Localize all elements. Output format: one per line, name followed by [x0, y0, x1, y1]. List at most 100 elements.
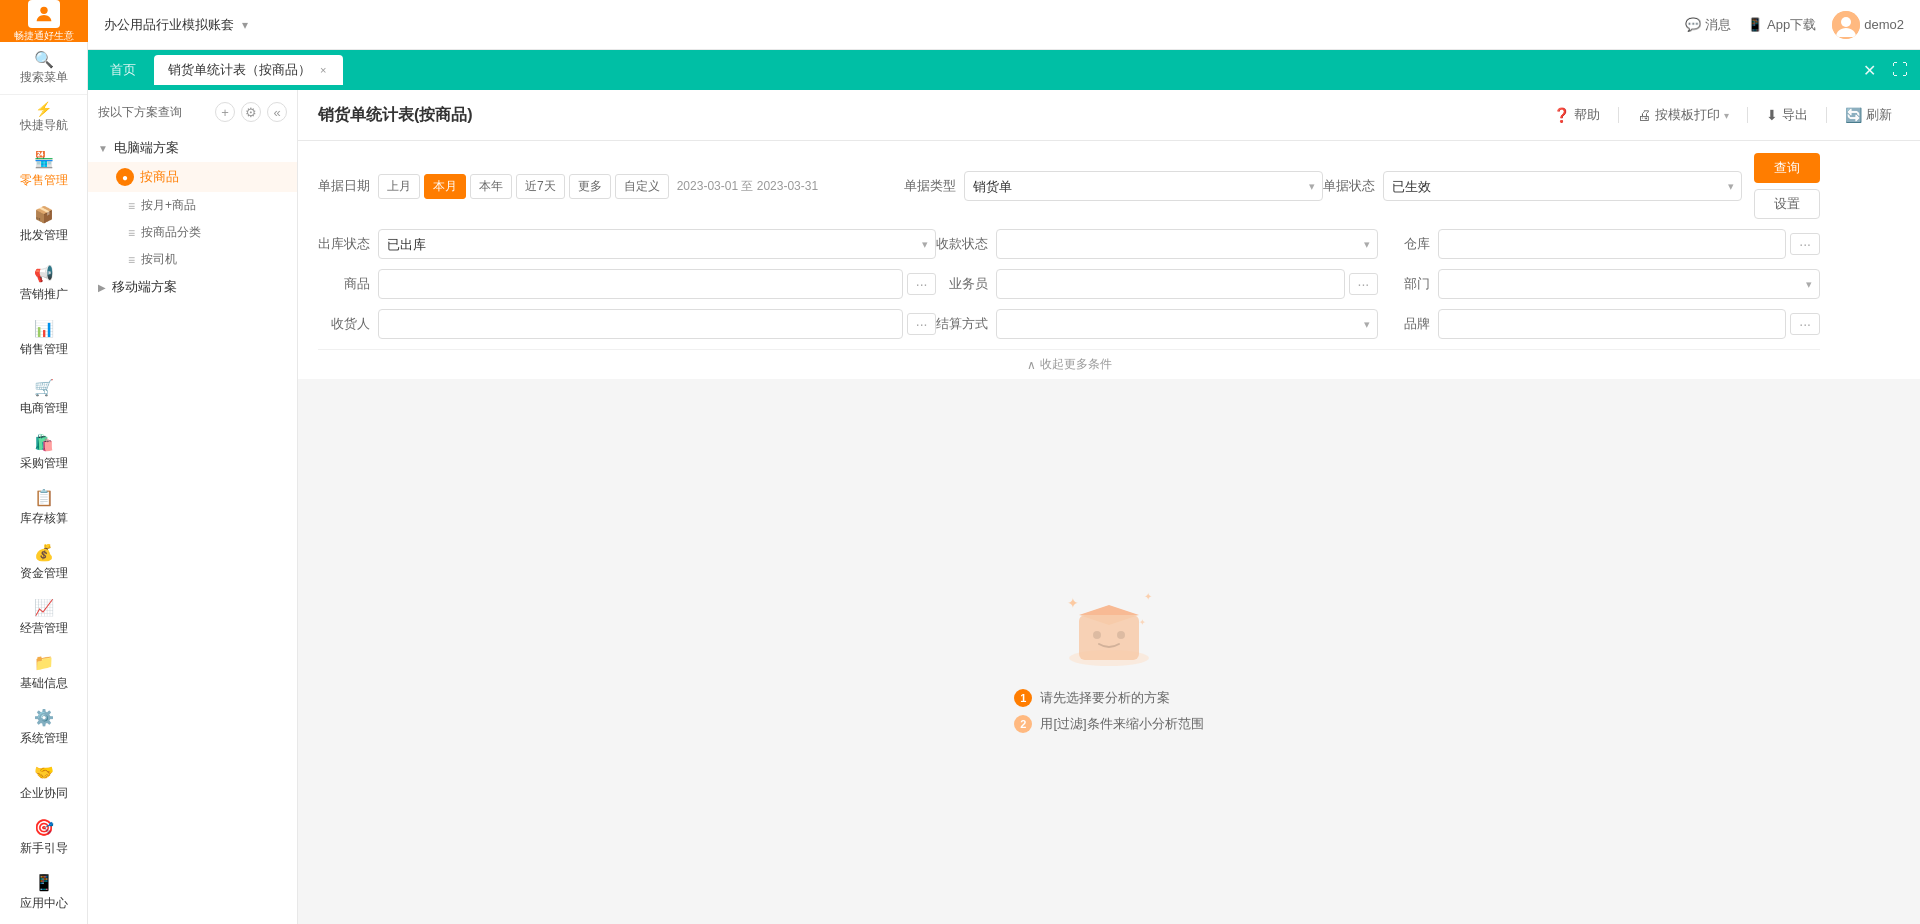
print-btn[interactable]: 🖨 按模板打印 ▾: [1629, 102, 1737, 128]
tab-expand-icon[interactable]: ⛶: [1888, 57, 1912, 83]
logo-text: 畅捷通好生意: [14, 30, 74, 42]
message-btn[interactable]: 💬 消息: [1685, 16, 1731, 34]
sidebar-item-retail[interactable]: 🏪 零售管理: [0, 142, 87, 197]
settings-btn[interactable]: 设置: [1754, 189, 1820, 219]
add-plan-btn[interactable]: +: [215, 102, 235, 122]
sidebar-item-weixin[interactable]: 💬 企业微信: [0, 920, 87, 924]
sidebar-item-guide[interactable]: 🎯 新手引导: [0, 810, 87, 865]
collapse-panel-btn[interactable]: «: [267, 102, 287, 122]
page-actions: ❓ 帮助 🖨 按模板打印 ▾ ⬇ 导出: [1545, 102, 1900, 128]
date-btn-this-year[interactable]: 本年: [470, 174, 512, 199]
date-btn-last-month[interactable]: 上月: [378, 174, 420, 199]
left-panel: 按以下方案查询 + ⚙ « ▼ 电脑端方案: [88, 90, 298, 924]
filter-item-warehouse: 仓库 ···: [1378, 229, 1820, 259]
help-btn[interactable]: ❓ 帮助: [1545, 102, 1608, 128]
gear-icon: ⚙: [245, 105, 257, 120]
sidebar-item-marketing[interactable]: 📢 营销推广: [0, 256, 87, 311]
date-btn-more[interactable]: 更多: [569, 174, 611, 199]
marketing-icon: 📢: [34, 264, 54, 283]
user-profile-btn[interactable]: demo2: [1832, 11, 1904, 39]
settlement-control: [996, 309, 1378, 339]
filter-item-doc-type: 单据类型 销货单: [904, 171, 1323, 201]
doc-status-select[interactable]: 已生效: [1383, 171, 1742, 201]
filter-row-4: 收货人 ··· 结算方式: [318, 309, 1820, 339]
salesperson-dots-btn[interactable]: ···: [1349, 273, 1379, 295]
finance-icon: 💰: [34, 543, 54, 562]
refresh-btn[interactable]: 🔄 刷新: [1837, 102, 1900, 128]
tab-home[interactable]: 首页: [96, 55, 150, 85]
sidebar-item-wholesale[interactable]: 📦 批发管理: [0, 197, 87, 252]
tree-sub-item-by-category[interactable]: ≡ 按商品分类: [88, 219, 297, 246]
tree-item-by-goods[interactable]: ● 按商品: [88, 162, 297, 192]
doc-type-label: 单据类型: [904, 177, 956, 195]
date-btn-this-month[interactable]: 本月: [424, 174, 466, 199]
main-area: 办公用品行业模拟账套 ▾ 💬 消息 📱 App下载 demo2 首页: [88, 0, 1920, 924]
export-icon: ⬇: [1766, 107, 1778, 123]
app-dropdown-icon[interactable]: ▾: [242, 18, 248, 32]
settlement-select[interactable]: [996, 309, 1378, 339]
sidebar-item-operations[interactable]: 📈 经营管理: [0, 590, 87, 645]
date-btn-7days[interactable]: 近7天: [516, 174, 565, 199]
sales-icon: 📊: [34, 319, 54, 338]
warehouse-label: 仓库: [1378, 235, 1430, 253]
export-btn[interactable]: ⬇ 导出: [1758, 102, 1816, 128]
sidebar-item-inventory[interactable]: 📋 库存核算: [0, 480, 87, 535]
warehouse-status-select[interactable]: 已出库: [378, 229, 936, 259]
goods-input[interactable]: [378, 269, 903, 299]
sidebar-item-purchase-label: 采购管理: [20, 455, 68, 472]
empty-state-text: 1 请先选择要分析的方案 2 用[过滤]条件来缩小分析范围: [1014, 689, 1203, 733]
payment-status-select[interactable]: [996, 229, 1378, 259]
tab-close-icon[interactable]: ×: [317, 63, 329, 77]
receiver-dots-btn[interactable]: ···: [907, 313, 937, 335]
receiver-input[interactable]: [378, 309, 903, 339]
tree-sub-label-driver: 按司机: [141, 251, 177, 268]
purchase-icon: 🛍️: [34, 433, 54, 452]
salesperson-label: 业务员: [936, 275, 988, 293]
sidebar-item-system[interactable]: ⚙️ 系统管理: [0, 700, 87, 755]
tab-minimize-icon[interactable]: ✕: [1859, 57, 1880, 84]
tab-active[interactable]: 销货单统计表（按商品） ×: [154, 55, 343, 85]
sidebar-item-ecommerce[interactable]: 🛒 电商管理: [0, 370, 87, 425]
search-menu[interactable]: 🔍 搜索菜单: [0, 42, 87, 95]
brand-dots-btn[interactable]: ···: [1790, 313, 1820, 335]
tree-group-mobile[interactable]: ▶ 移动端方案: [88, 273, 297, 301]
goods-dots-btn[interactable]: ···: [907, 273, 937, 295]
quick-nav-label: 快捷导航: [0, 117, 87, 134]
salesperson-input[interactable]: [996, 269, 1344, 299]
app-download-btn[interactable]: 📱 App下载: [1747, 16, 1816, 34]
brand-input[interactable]: [1438, 309, 1786, 339]
filter-row-1: 单据日期 上月 本月 本年 近7天 更多 自定义 2023-03-01 至 20…: [318, 153, 1820, 219]
sidebar-item-apps[interactable]: 📱 应用中心: [0, 865, 87, 920]
print-dropdown-icon: ▾: [1724, 110, 1729, 121]
filter-item-warehouse-status: 出库状态 已出库: [318, 229, 936, 259]
settings-plan-btn[interactable]: ⚙: [241, 102, 261, 122]
sidebar-item-wholesale-label: 批发管理: [20, 227, 68, 244]
doc-status-label: 单据状态: [1323, 177, 1375, 195]
app-name: 办公用品行业模拟账套: [104, 16, 234, 34]
collapse-bar[interactable]: ∧ 收起更多条件: [318, 349, 1820, 379]
tab-active-label: 销货单统计表（按商品）: [168, 61, 311, 79]
warehouse-dots-btn[interactable]: ···: [1790, 233, 1820, 255]
guide-icon: 🎯: [34, 818, 54, 837]
sidebar: 畅捷通好生意 🔍 搜索菜单 ⚡ 快捷导航 🏪 零售管理 📦 批发管理 📢 营销推…: [0, 0, 88, 924]
sidebar-item-basic[interactable]: 📁 基础信息: [0, 645, 87, 700]
doc-type-select[interactable]: 销货单: [964, 171, 1323, 201]
brand-label: 品牌: [1378, 315, 1430, 333]
goods-label: 商品: [318, 275, 370, 293]
dept-select[interactable]: [1438, 269, 1820, 299]
quick-nav[interactable]: ⚡ 快捷导航: [0, 95, 87, 138]
sidebar-item-enterprise[interactable]: 🤝 企业协同: [0, 755, 87, 810]
warehouse-input[interactable]: [1438, 229, 1786, 259]
date-btn-custom[interactable]: 自定义: [615, 174, 669, 199]
sidebar-item-ecommerce-label: 电商管理: [20, 400, 68, 417]
sidebar-item-finance[interactable]: 💰 资金管理: [0, 535, 87, 590]
sidebar-item-sales[interactable]: 📊 销售管理: [0, 311, 87, 366]
sidebar-item-marketing-label: 营销推广: [20, 286, 68, 303]
sidebar-item-purchase[interactable]: 🛍️ 采购管理: [0, 425, 87, 480]
query-btn[interactable]: 查询: [1754, 153, 1820, 183]
tree-sub-item-by-month[interactable]: ≡ 按月+商品: [88, 192, 297, 219]
tree-group-pc[interactable]: ▼ 电脑端方案: [88, 134, 297, 162]
empty-state-text-1: 请先选择要分析的方案: [1040, 689, 1170, 707]
tree-sub-item-by-driver[interactable]: ≡ 按司机: [88, 246, 297, 273]
filter-container: 单据日期 上月 本月 本年 近7天 更多 自定义 2023-03-01 至 20…: [298, 141, 1920, 379]
